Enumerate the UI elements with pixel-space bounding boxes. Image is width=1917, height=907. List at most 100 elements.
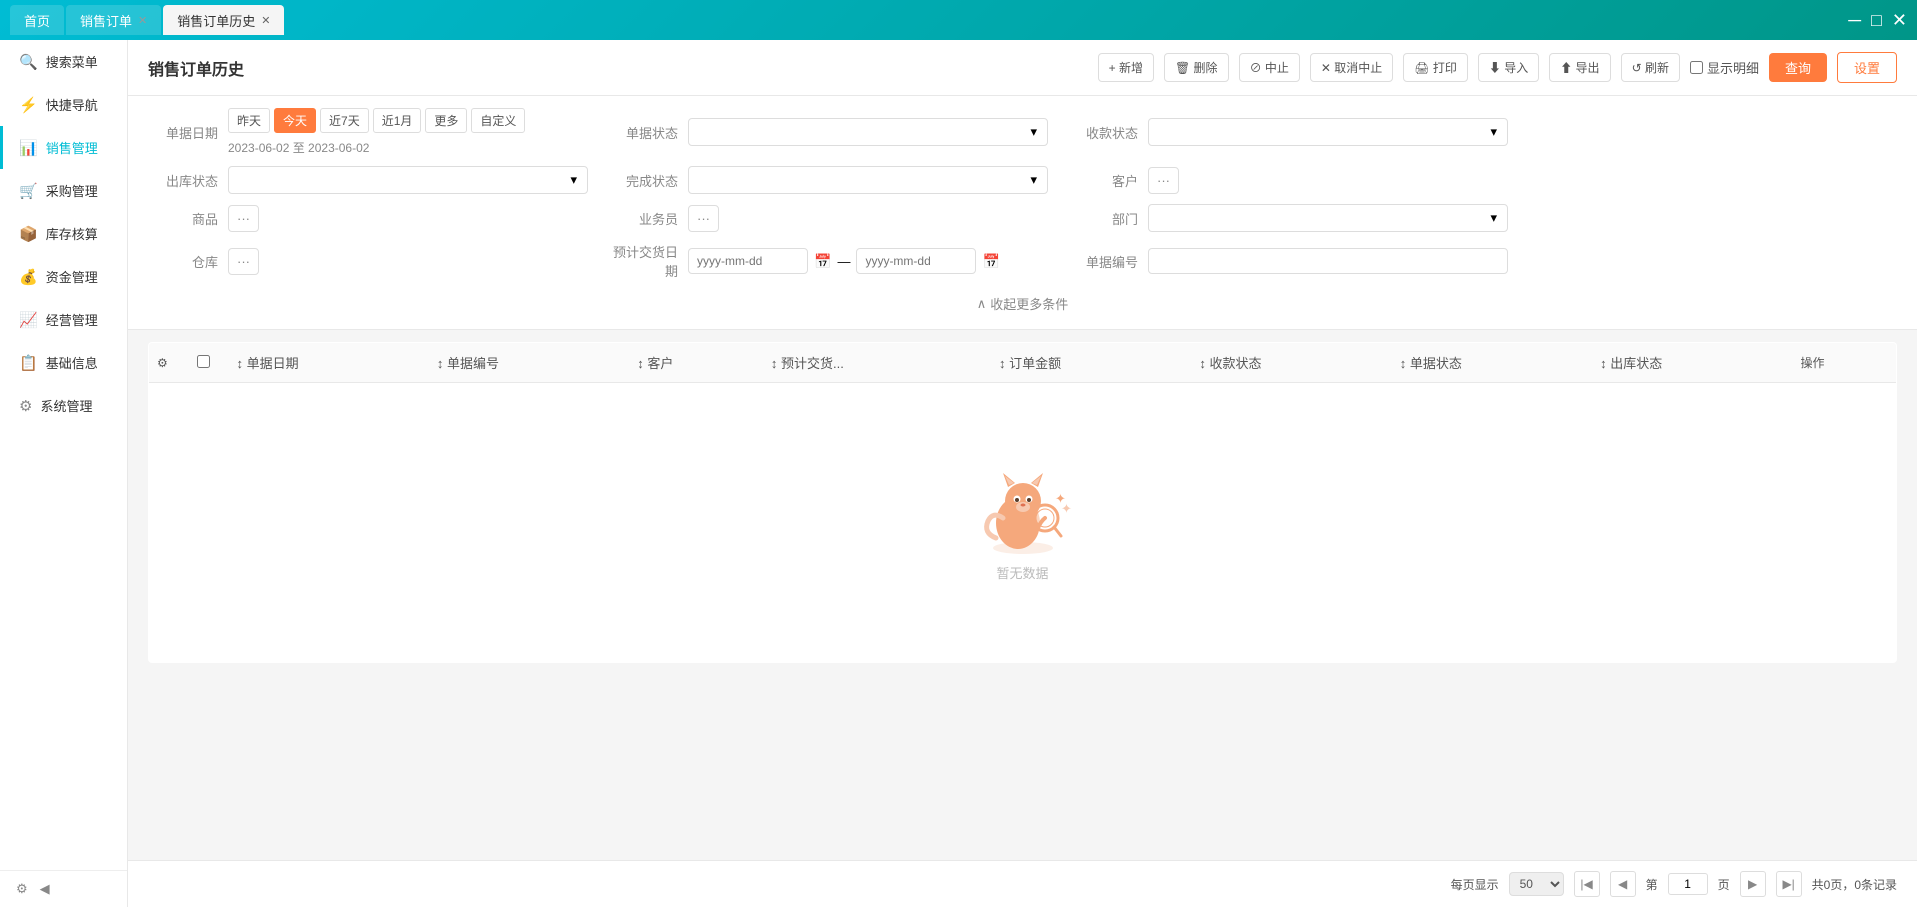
pay-status-select[interactable]: ▾ (1148, 118, 1508, 146)
salesperson-filter: ··· (688, 205, 1048, 232)
stop-button[interactable]: ⊘ 中止 (1239, 53, 1300, 82)
salesperson-ellipsis-button[interactable]: ··· (688, 205, 719, 232)
warehouse-filter: ··· (228, 248, 588, 275)
expected-date-end[interactable] (856, 248, 976, 274)
first-page-button[interactable]: |◀ (1574, 871, 1600, 897)
page-title-row: 销售订单历史 + 新增 🗑 删除 ⊘ 中止 ✕ 取消中止 🖨 打印 ⬇ 导入 ⬆… (148, 52, 1897, 83)
tab-sales-order[interactable]: 销售订单 ✕ (66, 5, 161, 35)
cancel-stop-button[interactable]: ✕ 取消中止 (1310, 53, 1393, 82)
page-size-select[interactable]: 50 100 200 (1509, 872, 1564, 896)
filter-row-2: 出库状态 ▾ 完成状态 ▾ 客户 ··· (148, 166, 1897, 194)
pay-status-dropdown-icon: ▾ (1490, 124, 1497, 140)
new-button[interactable]: + 新增 (1098, 53, 1154, 82)
th-doc-status[interactable]: ↕ 单据状态 (1392, 343, 1592, 383)
th-settings[interactable]: ⚙ (149, 343, 189, 383)
calendar-start-icon[interactable]: 📅 (814, 253, 831, 270)
status-select[interactable]: ▾ (688, 118, 1048, 146)
th-order-no[interactable]: ↕ 单据编号 (429, 343, 629, 383)
th-delivery-label: ↕ 预计交货... (771, 356, 844, 371)
table-area: ⚙ ↕ 单据日期 ↕ 单据编号 ↕ 客户 (128, 330, 1917, 860)
calendar-end-icon[interactable]: 📅 (982, 253, 999, 270)
th-pay-status[interactable]: ↕ 收款状态 (1191, 343, 1391, 383)
export-button[interactable]: ⬆ 导出 (1549, 53, 1610, 82)
close-tab-sales-order-icon[interactable]: ✕ (138, 14, 147, 27)
date-btn-1month[interactable]: 近1月 (373, 108, 422, 133)
dept-select[interactable]: ▾ (1148, 204, 1508, 232)
page-title: 销售订单历史 (148, 56, 244, 80)
th-out-status[interactable]: ↕ 出库状态 (1592, 343, 1792, 383)
th-amount-label: ↕ 订单金额 (999, 356, 1061, 371)
empty-text: 暂无数据 (996, 563, 1048, 582)
maximize-icon[interactable]: □ (1871, 10, 1882, 31)
goods-filter: ··· (228, 205, 588, 232)
sidebar-collapse-icon[interactable]: ◀ (40, 881, 50, 897)
select-all-checkbox[interactable] (197, 355, 210, 368)
print-button[interactable]: 🖨 打印 (1403, 53, 1468, 82)
empty-cell: ✦ ✦ 暂无数据 (149, 383, 1897, 663)
refresh-button[interactable]: ↺ 刷新 (1621, 53, 1680, 82)
next-page-button[interactable]: ▶ (1740, 871, 1766, 897)
sidebar-item-sales-label: 销售管理 (46, 138, 98, 157)
sidebar-item-base[interactable]: 📋 基础信息 (0, 341, 127, 384)
close-window-icon[interactable]: ✕ (1892, 10, 1907, 31)
date-btn-7days[interactable]: 近7天 (320, 108, 369, 133)
close-tab-history-icon[interactable]: ✕ (261, 14, 270, 27)
tab-home-label: 首页 (24, 11, 50, 30)
date-btn-custom[interactable]: 自定义 (471, 108, 525, 133)
minimize-icon[interactable]: ─ (1848, 10, 1861, 31)
delete-button[interactable]: 🗑 删除 (1164, 53, 1229, 82)
sidebar-item-finance[interactable]: 💰 资金管理 (0, 255, 127, 298)
settings-button[interactable]: 设置 (1837, 52, 1897, 83)
th-date[interactable]: ↕ 单据日期 (229, 343, 429, 383)
sidebar-item-operation[interactable]: 📈 经营管理 (0, 298, 127, 341)
empty-state-row: ✦ ✦ 暂无数据 (149, 383, 1897, 663)
last-page-button[interactable]: ▶| (1776, 871, 1802, 897)
th-customer[interactable]: ↕ 客户 (629, 343, 763, 383)
sidebar-item-operation-label: 经营管理 (46, 310, 98, 329)
sidebar-item-quicknav-label: 快捷导航 (46, 95, 98, 114)
collapse-button[interactable]: ∧ 收起更多条件 (148, 290, 1897, 317)
sidebar-item-sales[interactable]: 📊 销售管理 (0, 126, 127, 169)
svg-text:✦: ✦ (1061, 501, 1072, 516)
complete-select[interactable]: ▾ (688, 166, 1048, 194)
sales-icon: 📊 (19, 139, 38, 157)
prev-page-button[interactable]: ◀ (1610, 871, 1636, 897)
date-btn-more[interactable]: 更多 (425, 108, 467, 133)
quicknav-icon: ⚡ (19, 96, 38, 114)
warehouse-label: 仓库 (148, 252, 228, 271)
order-no-input[interactable] (1148, 248, 1508, 274)
th-delivery[interactable]: ↕ 预计交货... (763, 343, 991, 383)
sidebar-item-quicknav[interactable]: ⚡ 快捷导航 (0, 83, 127, 126)
sidebar-settings-icon[interactable]: ⚙ (16, 881, 28, 897)
content-area: 销售订单历史 + 新增 🗑 删除 ⊘ 中止 ✕ 取消中止 🖨 打印 ⬇ 导入 ⬆… (128, 40, 1917, 907)
show-detail-checkbox[interactable]: 显示明细 (1690, 58, 1759, 77)
sidebar-item-system[interactable]: ⚙ 系统管理 (0, 384, 127, 427)
sidebar-item-search[interactable]: 🔍 搜索菜单 (0, 40, 127, 83)
date-btn-yesterday[interactable]: 昨天 (228, 108, 270, 133)
warehouse-ellipsis-button[interactable]: ··· (228, 248, 259, 275)
th-amount[interactable]: ↕ 订单金额 (991, 343, 1191, 383)
customer-ellipsis-button[interactable]: ··· (1148, 167, 1179, 194)
show-detail-input[interactable] (1690, 61, 1703, 74)
import-button[interactable]: ⬇ 导入 (1478, 53, 1539, 82)
date-btn-today[interactable]: 今天 (274, 108, 316, 133)
tab-home[interactable]: 首页 (10, 5, 64, 35)
show-detail-label: 显示明细 (1707, 58, 1759, 77)
goods-ellipsis-button[interactable]: ··· (228, 205, 259, 232)
sidebar: 🔍 搜索菜单 ⚡ 快捷导航 📊 销售管理 🛒 采购管理 📦 库存核算 💰 资金管… (0, 40, 128, 907)
salesperson-label: 业务员 (608, 209, 688, 228)
main-layout: 🔍 搜索菜单 ⚡ 快捷导航 📊 销售管理 🛒 采购管理 📦 库存核算 💰 资金管… (0, 40, 1917, 907)
sidebar-item-inventory[interactable]: 📦 库存核算 (0, 212, 127, 255)
filter-row-4: 仓库 ··· 预计交货日期 📅 — 📅 单据编号 (148, 242, 1897, 280)
goods-label: 商品 (148, 209, 228, 228)
empty-state: ✦ ✦ 暂无数据 (149, 383, 1896, 662)
tab-sales-history[interactable]: 销售订单历史 ✕ (163, 5, 284, 35)
data-table: ⚙ ↕ 单据日期 ↕ 单据编号 ↕ 客户 (148, 342, 1897, 663)
th-pay-status-label: ↕ 收款状态 (1199, 356, 1261, 371)
outstock-select[interactable]: ▾ (228, 166, 588, 194)
search-icon: 🔍 (19, 53, 38, 71)
page-number-input[interactable] (1668, 873, 1708, 895)
expected-date-start[interactable] (688, 248, 808, 274)
sidebar-item-purchase[interactable]: 🛒 采购管理 (0, 169, 127, 212)
query-button[interactable]: 查询 (1769, 53, 1827, 82)
